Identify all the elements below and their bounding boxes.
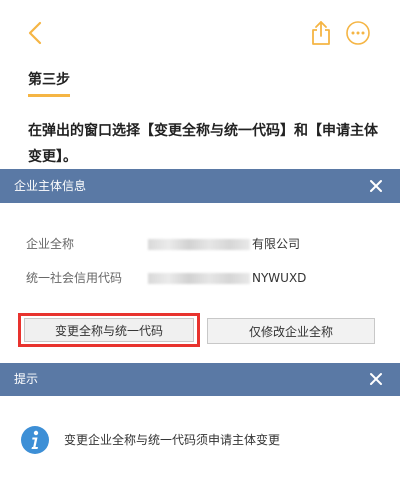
dialog-title: 企业主体信息 — [14, 179, 87, 193]
step-title-underline — [28, 94, 70, 97]
company-name-value: 有限公司 — [148, 236, 300, 252]
chevron-left-icon — [28, 21, 42, 45]
dialog-close-button[interactable] — [366, 176, 386, 196]
credit-code-suffix: NYWUXD — [252, 271, 307, 285]
step-description: 在弹出的窗口选择【变更全称与统一代码】和【申请主体变更】。 — [28, 123, 378, 165]
change-name-and-code-button[interactable]: 变更全称与统一代码 — [24, 318, 194, 342]
dialog-title: 提示 — [14, 372, 39, 386]
close-icon — [370, 180, 382, 192]
info-icon — [21, 426, 49, 454]
share-button[interactable] — [306, 18, 336, 48]
redacted-text — [148, 238, 250, 250]
credit-code-value: NYWUXD — [148, 270, 306, 286]
dialog-close-button[interactable] — [366, 369, 386, 389]
more-button[interactable] — [343, 18, 373, 48]
top-nav-bar — [0, 0, 400, 64]
change-name-only-button[interactable]: 仅修改企业全称 — [207, 318, 375, 344]
company-name-label: 企业全称 — [26, 237, 75, 251]
step-title: 第三步 — [28, 72, 70, 88]
back-button[interactable] — [20, 18, 50, 48]
enterprise-info-dialog-header: 企业主体信息 — [0, 169, 400, 203]
tip-message: 变更企业全称与统一代码须申请主体变更 — [64, 433, 281, 447]
tip-dialog-header: 提示 — [0, 363, 400, 396]
credit-code-label: 统一社会信用代码 — [26, 271, 123, 285]
company-name-suffix: 有限公司 — [252, 237, 301, 251]
redacted-text — [148, 272, 250, 284]
more-icon — [346, 21, 370, 45]
share-icon — [312, 21, 330, 45]
close-icon — [370, 373, 382, 385]
